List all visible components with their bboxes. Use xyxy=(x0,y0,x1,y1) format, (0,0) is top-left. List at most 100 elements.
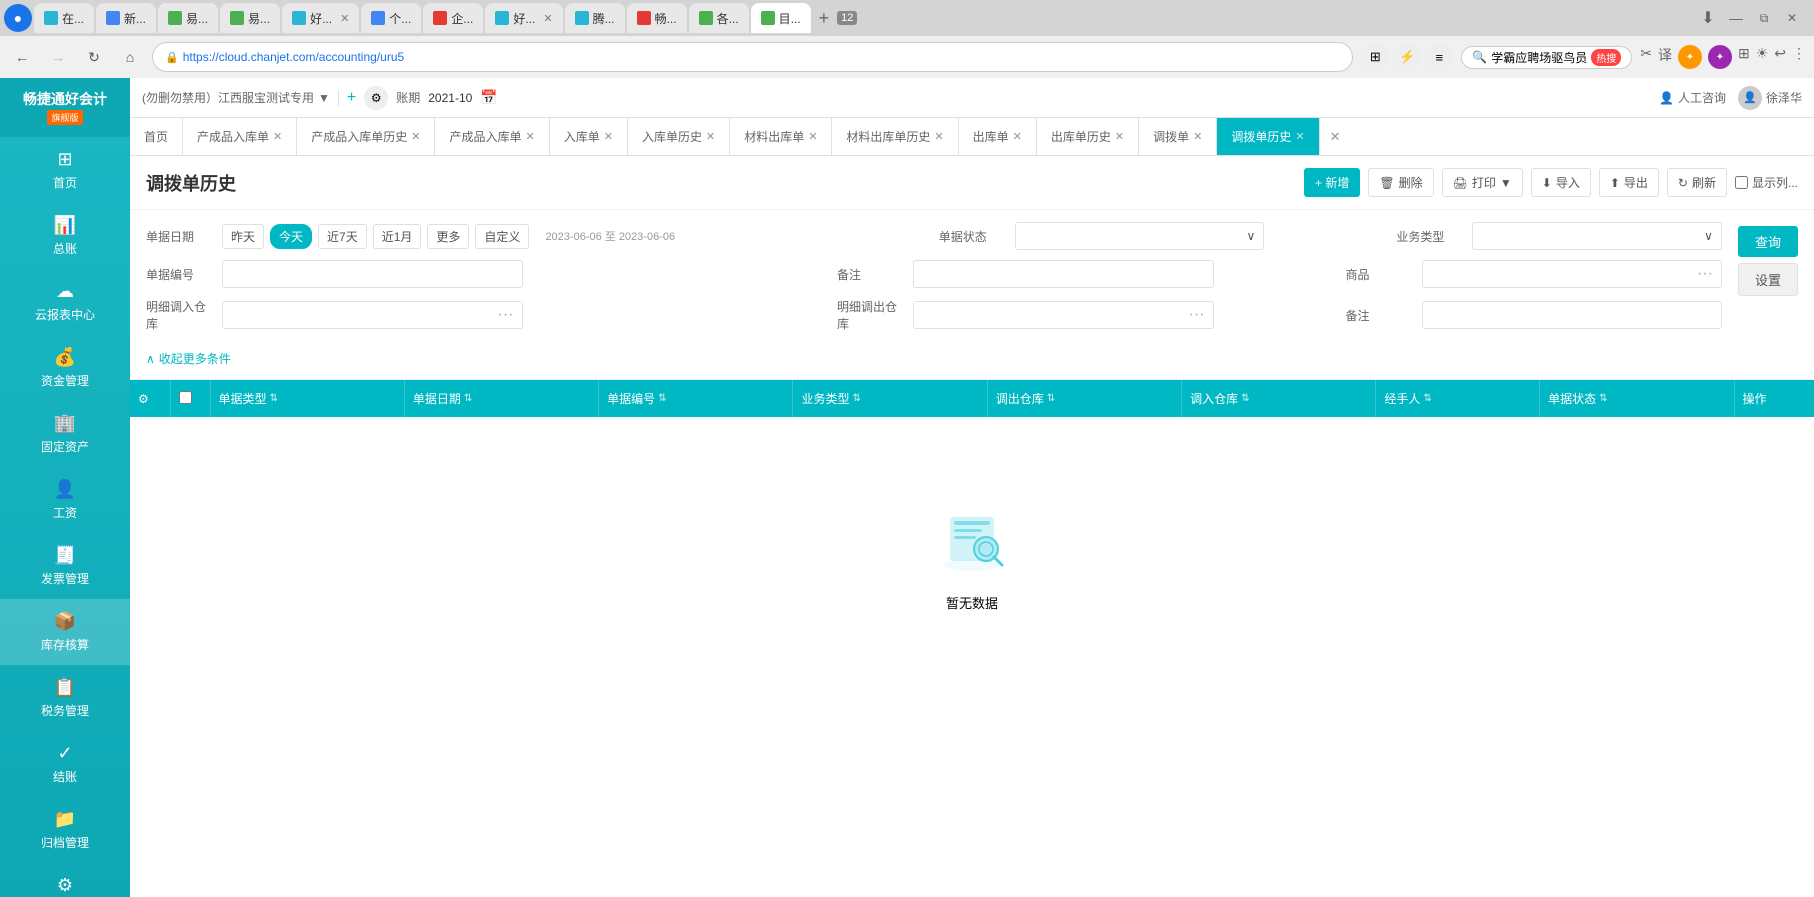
th-status[interactable]: 单据状态 ⇅ xyxy=(1540,380,1734,417)
extensions-icon[interactable]: ⊞ xyxy=(1361,43,1389,71)
show-column-checkbox[interactable] xyxy=(1735,176,1748,189)
tab-transfer-history-close[interactable]: ✕ xyxy=(1295,130,1304,143)
sidebar-item-assets[interactable]: 🏢 固定资产 xyxy=(0,401,130,467)
goods-filter-select[interactable]: ··· xyxy=(1422,260,1723,288)
address-input[interactable]: 🔒 https://cloud.chanjet.com/accounting/u… xyxy=(152,42,1353,72)
date-btn-1month[interactable]: 近1月 xyxy=(373,224,422,249)
new-button[interactable]: + 新增 xyxy=(1304,168,1360,197)
th-transfer-in[interactable]: 调入仓库 ⇅ xyxy=(1182,380,1376,417)
tab-material-out[interactable]: 材料出库单 ✕ xyxy=(730,118,832,155)
window-minimize-button[interactable]: — xyxy=(1726,8,1746,28)
browser-tab-3[interactable]: 易... xyxy=(158,3,218,33)
note2-input[interactable] xyxy=(1422,301,1723,329)
window-restore-button[interactable]: ⧉ xyxy=(1754,8,1774,28)
date-btn-yesterday[interactable]: 昨天 xyxy=(222,224,264,249)
th-doc-number[interactable]: 单据编号 ⇅ xyxy=(599,380,793,417)
query-button[interactable]: 查询 xyxy=(1738,226,1798,257)
tab-material-out-close[interactable]: ✕ xyxy=(808,130,817,143)
th-checkbox[interactable] xyxy=(170,380,210,417)
tab-stock-in-close[interactable]: ✕ xyxy=(604,130,613,143)
sidebar-item-ledger[interactable]: 📊 总账 xyxy=(0,203,130,269)
browser-tab-11[interactable]: 各... xyxy=(689,3,749,33)
calendar-icon[interactable]: 📅 xyxy=(480,89,497,106)
tab-product-in2-close[interactable]: ✕ xyxy=(526,130,535,143)
sidebar-item-invoice[interactable]: 🧾 发票管理 xyxy=(0,533,130,599)
th-biz-type[interactable]: 业务类型 ⇅ xyxy=(793,380,987,417)
sidebar-item-tax[interactable]: 📋 税务管理 xyxy=(0,665,130,731)
new-tab-button[interactable]: + xyxy=(813,8,836,29)
tab-stock-in-history-close[interactable]: ✕ xyxy=(706,130,715,143)
bookmark-icon[interactable]: ⚡ xyxy=(1393,43,1421,71)
settings-gear-icon[interactable]: ⚙ xyxy=(364,86,388,110)
browser-tab-4[interactable]: 易... xyxy=(220,3,280,33)
tab-material-out-history-close[interactable]: ✕ xyxy=(934,130,943,143)
th-gear[interactable]: ⚙ xyxy=(130,380,170,417)
th-doc-date[interactable]: 单据日期 ⇅ xyxy=(404,380,598,417)
add-company-button[interactable]: + xyxy=(347,89,356,107)
browser-tab-10[interactable]: 畅... xyxy=(627,3,687,33)
date-btn-today[interactable]: 今天 xyxy=(270,224,312,249)
th-transfer-out[interactable]: 调出仓库 ⇅ xyxy=(987,380,1181,417)
search-bar[interactable]: 🔍 学霸应聘场驱鸟员 热搜 xyxy=(1461,46,1632,69)
detail-in-filter-select[interactable]: ··· xyxy=(222,301,523,329)
sidebar-item-home[interactable]: ⊞ 首页 xyxy=(0,137,130,203)
tab-transfer[interactable]: 调拨单 ✕ xyxy=(1139,118,1217,155)
back-button[interactable]: ← xyxy=(8,43,36,71)
undo-icon[interactable]: ↩ xyxy=(1774,45,1786,69)
window-download-icon[interactable]: ⬇ xyxy=(1698,8,1718,28)
status-filter-select[interactable]: ∨ xyxy=(1015,222,1265,250)
print-button[interactable]: 🖨 打印 ▼ xyxy=(1442,168,1523,197)
browser-tab-1[interactable]: 在... xyxy=(34,3,94,33)
browser-tab-9[interactable]: 腾... xyxy=(565,3,625,33)
tab-stock-out-close[interactable]: ✕ xyxy=(1013,130,1022,143)
tabs-close-all[interactable]: ✕ xyxy=(1320,121,1351,153)
th-handler[interactable]: 经手人 ⇅ xyxy=(1376,380,1540,417)
window-close-button[interactable]: ✕ xyxy=(1782,8,1802,28)
doc-number-input[interactable] xyxy=(222,260,523,288)
sun-icon[interactable]: ☀ xyxy=(1756,45,1769,69)
tab-material-out-history[interactable]: 材料出库单历史 ✕ xyxy=(832,118,958,155)
note-input[interactable] xyxy=(913,260,1214,288)
browser-tab-8[interactable]: 好... ✕ xyxy=(485,3,562,33)
browser-tab-6[interactable]: 个... xyxy=(361,3,421,33)
collapse-button[interactable]: ∧ 收起更多条件 xyxy=(146,350,1798,367)
sidebar-item-closing[interactable]: ✓ 结账 xyxy=(0,731,130,797)
sidebar-item-archive[interactable]: 📁 归档管理 xyxy=(0,797,130,863)
biz-type-filter-select[interactable]: ∨ xyxy=(1472,222,1722,250)
grid-icon[interactable]: ⊞ xyxy=(1738,45,1750,69)
date-btn-7days[interactable]: 近7天 xyxy=(318,224,367,249)
sidebar-item-payroll[interactable]: 👤 工资 xyxy=(0,467,130,533)
tab-stock-in[interactable]: 入库单 ✕ xyxy=(550,118,628,155)
tab-stock-in-history[interactable]: 入库单历史 ✕ xyxy=(628,118,730,155)
tab-product-in[interactable]: 产成品入库单 ✕ xyxy=(183,118,297,155)
browser-tab-2[interactable]: 新... xyxy=(96,3,156,33)
tab-product-in2[interactable]: 产成品入库单 ✕ xyxy=(435,118,549,155)
browser-tab-5[interactable]: 好... ✕ xyxy=(282,3,359,33)
tab-product-in-history[interactable]: 产成品入库单历史 ✕ xyxy=(297,118,435,155)
tab-close-5[interactable]: ✕ xyxy=(340,12,349,25)
customer-service-button[interactable]: 👤 人工咨询 xyxy=(1659,89,1726,106)
refresh-button[interactable]: ↻ 刷新 xyxy=(1667,168,1727,197)
tab-stock-out-history[interactable]: 出库单历史 ✕ xyxy=(1037,118,1139,155)
sidebar-item-finance[interactable]: 💰 资金管理 xyxy=(0,335,130,401)
export-button[interactable]: ⬆ 导出 xyxy=(1599,168,1659,197)
tab-transfer-close[interactable]: ✕ xyxy=(1193,130,1202,143)
company-selector[interactable]: (勿删勿禁用）江西服宝测试专用 ▼ xyxy=(142,89,330,106)
translate-icon[interactable]: 译 xyxy=(1658,45,1672,69)
tab-stock-out-history-close[interactable]: ✕ xyxy=(1115,130,1124,143)
extension-2[interactable]: ✦ xyxy=(1708,45,1732,69)
tab-product-in-close[interactable]: ✕ xyxy=(273,130,282,143)
scissors-icon[interactable]: ✂ xyxy=(1640,45,1652,69)
import-button[interactable]: ⬇ 导入 xyxy=(1531,168,1591,197)
filter-settings-button[interactable]: 设置 xyxy=(1738,263,1798,296)
delete-button[interactable]: 🗑 删除 xyxy=(1368,168,1433,197)
sidebar-item-reports[interactable]: ☁ 云报表中心 xyxy=(0,269,130,335)
home-button[interactable]: ⌂ xyxy=(116,43,144,71)
sidebar-item-inventory[interactable]: 📦 库存核算 xyxy=(0,599,130,665)
tab-home[interactable]: 首页 xyxy=(130,118,183,155)
date-btn-more[interactable]: 更多 xyxy=(427,224,469,249)
forward-button[interactable]: → xyxy=(44,43,72,71)
tab-transfer-history[interactable]: 调拨单历史 ✕ xyxy=(1217,118,1319,155)
browser-tab-12[interactable]: 目... xyxy=(751,3,811,33)
browser-tab-7[interactable]: 企... xyxy=(423,3,483,33)
